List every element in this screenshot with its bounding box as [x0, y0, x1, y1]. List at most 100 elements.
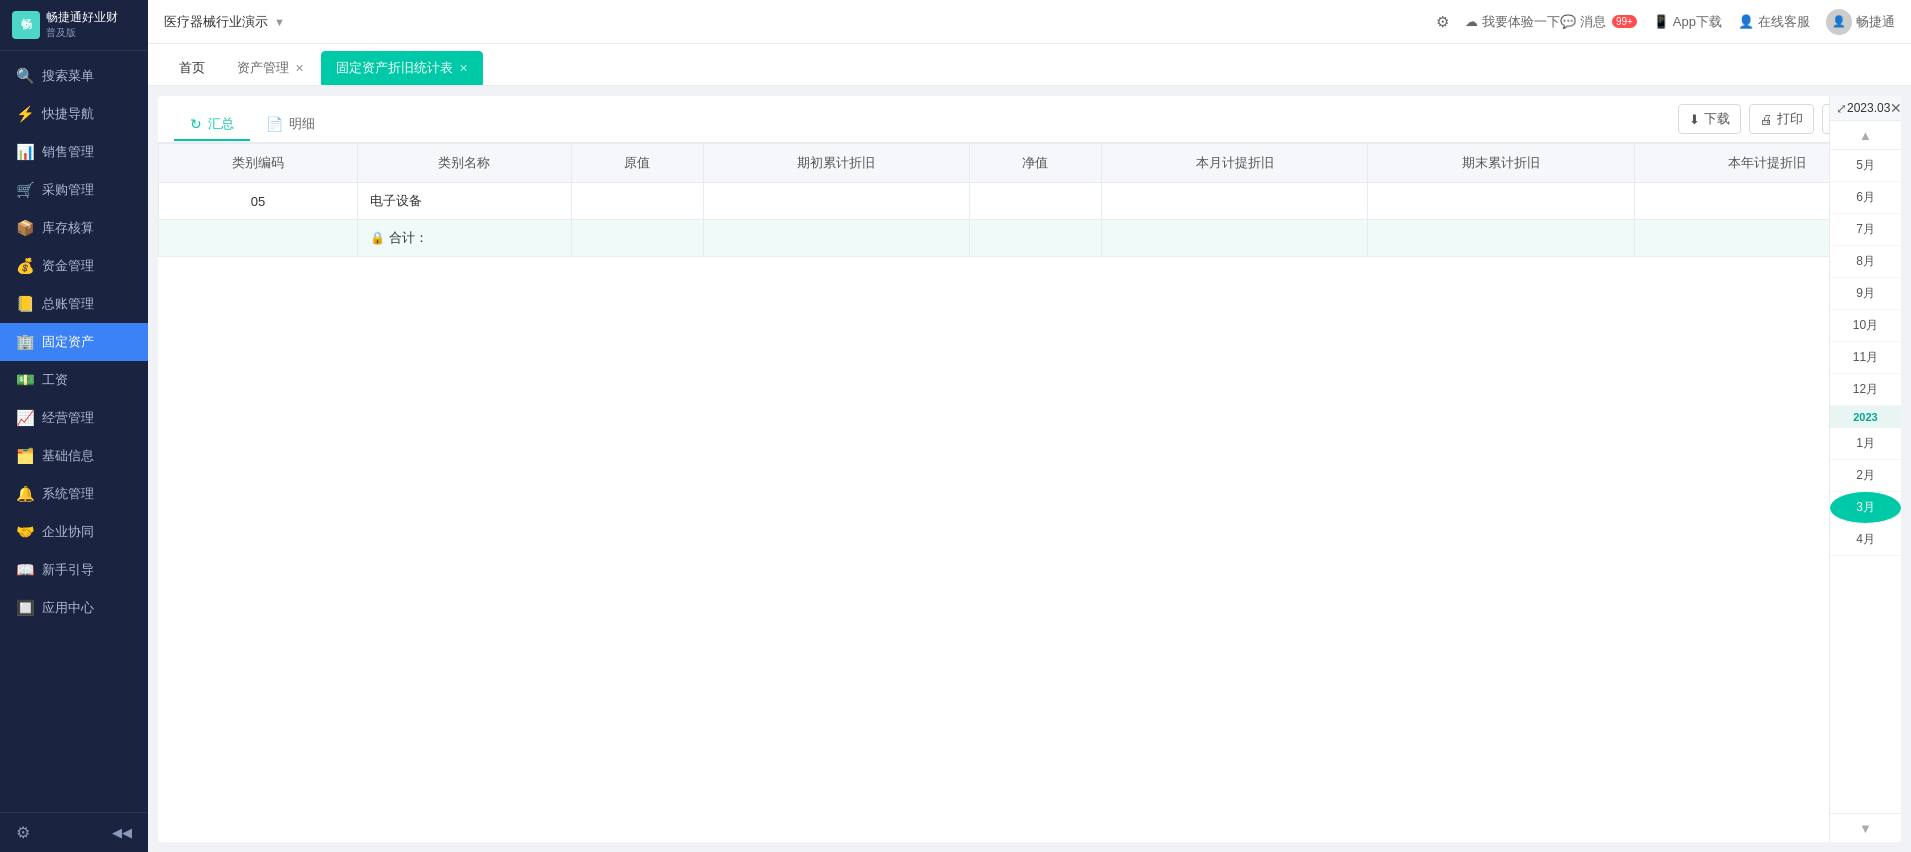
col-period-end: 期末累计折旧	[1368, 144, 1634, 183]
sidebar-item-label-guide: 新手引导	[42, 561, 94, 579]
print-button[interactable]: 🖨 打印	[1749, 104, 1814, 134]
depreciation-table: 类别编码 类别名称 原值 期初累计折旧 净值 本月计提折旧 期末累计折旧 本年计…	[158, 143, 1901, 257]
col-original: 原值	[571, 144, 703, 183]
sidebar-item-apps[interactable]: 🔲应用中心	[0, 589, 148, 627]
col-code: 类别编码	[159, 144, 358, 183]
sidebar-item-label-purchase: 采购管理	[42, 181, 94, 199]
apps-icon: 🔲	[16, 599, 34, 617]
col-net: 净值	[969, 144, 1101, 183]
app-download-action[interactable]: 📱 App下载	[1653, 13, 1722, 31]
month-item-5[interactable]: 5月	[1830, 150, 1901, 182]
header-settings-icon[interactable]: ⚙	[1436, 13, 1449, 31]
row-monthly	[1101, 183, 1367, 220]
sidebar-item-label-quicknav: 快捷导航	[42, 105, 94, 123]
sub-tab-summary[interactable]: ↻ 汇总	[174, 109, 250, 141]
top-header: 医疗器械行业演示 ▼ ⚙ ☁ 我要体验一下 💬 消息 99+ 📱 App下载 👤…	[148, 0, 1911, 44]
row-period-end	[1368, 183, 1634, 220]
sidebar-item-inventory[interactable]: 📦库存核算	[0, 209, 148, 247]
month-item-11[interactable]: 11月	[1830, 342, 1901, 374]
date-panel-expand-icon[interactable]: ⤢	[1836, 101, 1847, 116]
experience-icon: ☁	[1465, 14, 1478, 29]
tab-assets[interactable]: 资产管理 ✕	[222, 51, 319, 85]
sidebar-item-quicknav[interactable]: ⚡快捷导航	[0, 95, 148, 133]
assets-tab-label: 资产管理	[237, 59, 289, 77]
sub-tab-detail[interactable]: 📄 明细	[250, 109, 331, 141]
depreciation-tab-close-icon[interactable]: ✕	[459, 62, 468, 75]
date-scroll-up-icon[interactable]: ▲	[1856, 125, 1876, 145]
row-original	[571, 183, 703, 220]
month-item-2[interactable]: 2月	[1830, 460, 1901, 492]
page-content: ↻ 汇总 📄 明细 ⬇ 下载 🖨 打印 ↻	[158, 96, 1901, 842]
row-net	[969, 183, 1101, 220]
date-panel: ⤢ 2023.03 ✕ ▲ 5月 6月 7月 8月 9月 10月 11月 12月…	[1829, 96, 1901, 842]
logo-name: 畅捷通好业财	[46, 10, 118, 26]
purchase-icon: 🛒	[16, 181, 34, 199]
logo-sub: 普及版	[46, 26, 118, 40]
search-icon: 🔍	[16, 67, 34, 85]
collapse-icon[interactable]: ◀◀	[112, 825, 132, 840]
sidebar-item-fixed[interactable]: 🏢固定资产	[0, 323, 148, 361]
inventory-icon: 📦	[16, 219, 34, 237]
month-item-4[interactable]: 4月	[1830, 524, 1901, 556]
assets-tab-close-icon[interactable]: ✕	[295, 62, 304, 75]
sidebar-item-salary[interactable]: 💵工资	[0, 361, 148, 399]
month-item-9[interactable]: 9月	[1830, 278, 1901, 310]
month-item-6[interactable]: 6月	[1830, 182, 1901, 214]
sidebar-bottom: ⚙ ◀◀	[0, 812, 148, 852]
summary-tab-icon: ↻	[190, 116, 202, 132]
sidebar-item-basic[interactable]: 🗂️基础信息	[0, 437, 148, 475]
sidebar-item-funds[interactable]: 💰资金管理	[0, 247, 148, 285]
download-button[interactable]: ⬇ 下载	[1678, 104, 1741, 134]
date-panel-title: 2023.03	[1847, 101, 1890, 115]
main-area: 医疗器械行业演示 ▼ ⚙ ☁ 我要体验一下 💬 消息 99+ 📱 App下载 👤…	[148, 0, 1911, 852]
home-tab-label: 首页	[179, 59, 205, 77]
settings-icon[interactable]: ⚙	[16, 823, 30, 842]
sidebar-item-ledger[interactable]: 📒总账管理	[0, 285, 148, 323]
system-icon: 🔔	[16, 485, 34, 503]
dropdown-arrow-icon: ▼	[274, 16, 285, 28]
guide-icon: 📖	[16, 561, 34, 579]
date-scroll-down-icon[interactable]: ▼	[1856, 818, 1876, 838]
coop-icon: 🤝	[16, 523, 34, 541]
month-item-8[interactable]: 8月	[1830, 246, 1901, 278]
sidebar-nav: 🔍搜索菜单⚡快捷导航📊销售管理 🛒 采购管理 📦库存核算💰资金管理📒总账管理🏢固定资产…	[0, 51, 148, 812]
sidebar-item-search[interactable]: 🔍搜索菜单	[0, 57, 148, 95]
sidebar-item-coop[interactable]: 🤝企业协同	[0, 513, 148, 551]
tab-home[interactable]: 首页	[164, 51, 220, 85]
sidebar-item-label-sales: 销售管理	[42, 143, 94, 161]
month-item-3[interactable]: 3月	[1830, 492, 1901, 524]
sidebar-item-purchase[interactable]: 🛒 采购管理	[0, 171, 148, 209]
col-monthly: 本月计提折旧	[1101, 144, 1367, 183]
sidebar-item-label-salary: 工资	[42, 371, 68, 389]
row-code: 05	[159, 183, 358, 220]
date-panel-header-bar: ⤢ 2023.03 ✕	[1830, 96, 1901, 121]
tab-depreciation[interactable]: 固定资产折旧统计表 ✕	[321, 51, 483, 85]
summary-period-end	[1368, 220, 1634, 257]
sidebar-item-guide[interactable]: 📖 新手引导	[0, 551, 148, 589]
summary-code	[159, 220, 358, 257]
date-panel-list: 5月 6月 7月 8月 9月 10月 11月 12月 2023 1月 2月 3月…	[1830, 150, 1901, 813]
month-item-10[interactable]: 10月	[1830, 310, 1901, 342]
service-action[interactable]: 👤 在线客服	[1738, 13, 1810, 31]
message-badge: 99+	[1612, 15, 1637, 28]
row-name: 电子设备	[358, 183, 572, 220]
header-right: 💬 消息 99+ 📱 App下载 👤 在线客服 👤 畅捷通	[1560, 9, 1895, 35]
message-icon: 💬	[1560, 14, 1576, 29]
company-name: 医疗器械行业演示	[164, 13, 268, 31]
date-panel-close-icon[interactable]: ✕	[1890, 100, 1901, 116]
sidebar-logo: 畅 畅捷通好业财 普及版	[0, 0, 148, 51]
month-item-7[interactable]: 7月	[1830, 214, 1901, 246]
month-item-12[interactable]: 12月	[1830, 374, 1901, 406]
user-action[interactable]: 👤 畅捷通	[1826, 9, 1895, 35]
message-action[interactable]: 💬 消息 99+	[1560, 13, 1637, 31]
detail-tab-label: 明细	[289, 115, 315, 133]
summary-net	[969, 220, 1101, 257]
sidebar-item-label-funds: 资金管理	[42, 257, 94, 275]
company-selector[interactable]: 医疗器械行业演示 ▼	[164, 13, 1428, 31]
sidebar-item-sales[interactable]: 📊销售管理	[0, 133, 148, 171]
sidebar-item-system[interactable]: 🔔系统管理	[0, 475, 148, 513]
sidebar-item-operations[interactable]: 📈经营管理	[0, 399, 148, 437]
month-item-1[interactable]: 1月	[1830, 428, 1901, 460]
experience-button[interactable]: ☁ 我要体验一下	[1465, 13, 1560, 31]
basic-icon: 🗂️	[16, 447, 34, 465]
